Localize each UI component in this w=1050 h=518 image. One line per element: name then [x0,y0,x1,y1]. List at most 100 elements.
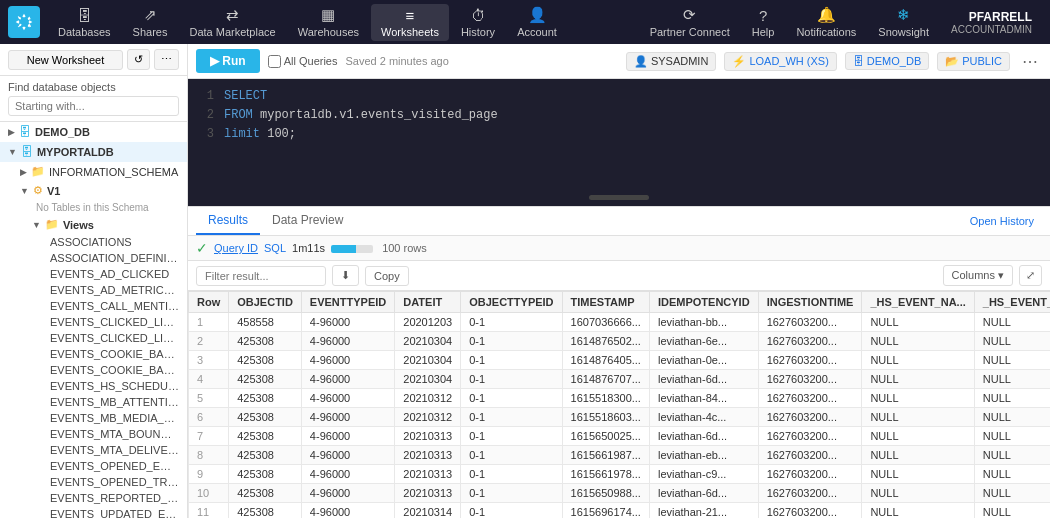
nav-item-worksheets[interactable]: ≡ Worksheets [371,4,449,41]
filter-input[interactable] [196,266,326,286]
list-item[interactable]: ASSOCIATIONS [0,234,187,250]
columns-button[interactable]: Columns ▾ [943,265,1013,286]
table-cell: NULL [862,332,974,351]
list-item[interactable]: ASSOCIATION_DEFINITIONS [0,250,187,266]
table-cell: 20210314 [395,503,461,519]
table-cell: 0-1 [461,408,562,427]
refresh-button[interactable]: ↺ [127,49,150,70]
list-item[interactable]: EVENTS_AD_CLICKED [0,266,187,282]
nav-item-databases[interactable]: 🗄 Databases [48,4,121,41]
table-cell: 425308 [229,446,302,465]
expand-button[interactable]: ⤢ [1019,265,1042,286]
table-cell: 1615650988... [562,484,649,503]
all-queries-checkbox[interactable] [268,55,281,68]
table-column-header[interactable]: OBJECTID [229,292,302,313]
nav-item-account[interactable]: 👤 Account [507,3,567,41]
sql-label[interactable]: SQL [264,242,286,254]
list-item[interactable]: EVENTS_CALL_MENTIONED_KEYW... [0,298,187,314]
search-input[interactable] [8,96,179,116]
tree-item-myportaldb[interactable]: ▼ 🗄 MYPORTALDB [0,142,187,162]
table-container: RowOBJECTIDEVENTTYPEIDDATEITOBJECTTYPEID… [188,291,1050,518]
all-queries-checkbox-label[interactable]: All Queries [268,55,338,68]
context-warehouse-badge[interactable]: ⚡ LOAD_WH (XS) [724,52,836,71]
editor-scrollbar[interactable] [589,195,649,200]
download-button[interactable]: ⬇ [332,265,359,286]
list-item[interactable]: EVENTS_CLICKED_LINK_IN_TRAC... [0,330,187,346]
table-cell: 458558 [229,313,302,332]
query-id-label[interactable]: Query ID [214,242,258,254]
tree-item-label: MYPORTALDB [37,146,114,158]
table-row: 54253084-96000202103120-11615518300...le… [189,389,1051,408]
run-button[interactable]: ▶ Run [196,49,260,73]
nav-item-shares[interactable]: ⇗ Shares [123,3,178,41]
list-item[interactable]: EVENTS_UPDATED_EMAIL_SUBSCR... [0,506,187,518]
username: PFARRELL [969,10,1032,24]
list-item[interactable]: EVENTS_MB_MEDIA_PLAYED [0,410,187,426]
table-cell: 1615650025... [562,427,649,446]
table-cell: NULL [862,351,974,370]
tree-item-info-schema[interactable]: ▶ 📁 INFORMATION_SCHEMA [0,162,187,181]
list-item[interactable]: EVENTS_HS_SCHEDULED_EMAIL_V2 [0,378,187,394]
nav-item-partner-connect[interactable]: ⟳ Partner Connect [640,3,740,41]
table-cell: 4-96000 [301,408,394,427]
sidebar-more-button[interactable]: ⋯ [154,49,179,70]
list-item[interactable]: EVENTS_CLICKED_LINK_IN_EMAI... [0,314,187,330]
open-history-button[interactable]: Open History [962,211,1042,231]
table-cell: 20210313 [395,484,461,503]
table-row: 114253084-96000202103140-11615696174...l… [189,503,1051,519]
table-cell: 1607036666... [562,313,649,332]
results-area: Results Data Preview Open History ✓ Quer… [188,207,1050,518]
snowflake-logo[interactable] [8,6,40,38]
table-column-header[interactable]: _HS_EVENT_NA... [862,292,974,313]
table-cell: 4-96000 [301,351,394,370]
table-column-header[interactable]: _HS_EVENT_NA... [974,292,1050,313]
list-item[interactable]: EVENTS_COOKIE_BANNER_CLICKED [0,346,187,362]
table-column-header[interactable]: INGESTIONTIME [758,292,862,313]
nav-item-help[interactable]: ? Help [742,4,785,41]
row-number: 10 [189,484,229,503]
table-column-header[interactable]: OBJECTTYPEID [461,292,562,313]
table-cell: NULL [974,332,1050,351]
table-cell: 20210313 [395,465,461,484]
nav-item-warehouses[interactable]: ▦ Warehouses [288,3,369,41]
tree-item-views[interactable]: ▼ 📁 Views [0,215,187,234]
list-item[interactable]: EVENTS_MB_ATTENTION_SPAN [0,394,187,410]
nav-item-marketplace[interactable]: ⇄ Data Marketplace [179,3,285,41]
list-item[interactable]: EVENTS_MTA_BOUNCED_EMAIL_V2 [0,426,187,442]
no-tables-note: No Tables in this Schema [0,200,187,215]
nav-item-history[interactable]: ⏱ History [451,4,505,41]
tree-item-label: DEMO_DB [35,126,90,138]
new-worksheet-button[interactable]: New Worksheet [8,50,123,70]
table-column-header[interactable]: IDEMPOTENCYID [649,292,758,313]
table-cell: 1614876405... [562,351,649,370]
list-item[interactable]: EVENTS_MTA_DELIVERED_EMAIL_V2 [0,442,187,458]
context-schema-badge[interactable]: 📂 PUBLIC [937,52,1010,71]
context-database-badge[interactable]: 🗄 DEMO_DB [845,52,929,70]
table-column-header[interactable]: DATEIT [395,292,461,313]
list-item[interactable]: EVENTS_AD_METRICS_IMPORTED_... [0,282,187,298]
context-role-badge[interactable]: 👤 SYSADMIN [626,52,716,71]
copy-button[interactable]: Copy [365,266,409,286]
user-role: ACCOUNTADMIN [951,24,1032,35]
list-item[interactable]: EVENTS_OPENED_EMAIL_V2 [0,458,187,474]
table-column-header[interactable]: EVENTTYPEID [301,292,394,313]
list-item[interactable]: EVENTS_REPORTED_SPAM_EMAIL... [0,490,187,506]
nav-item-snowsight[interactable]: ❄ Snowsight [868,3,939,41]
table-row: 34253084-96000202103040-11614876405...le… [189,351,1051,370]
tree-item-v1[interactable]: ▼ ⚙ V1 [0,181,187,200]
table-cell: leviathan-4c... [649,408,758,427]
table-cell: 4-96000 [301,389,394,408]
tab-data-preview[interactable]: Data Preview [260,207,355,235]
tab-results[interactable]: Results [196,207,260,235]
list-item[interactable]: EVENTS_OPENED_TRACKED_INBOX... [0,474,187,490]
nav-item-notifications[interactable]: 🔔 Notifications [786,3,866,41]
table-cell: 425308 [229,465,302,484]
table-cell: 20210304 [395,351,461,370]
table-cell: 1627603200... [758,465,862,484]
tree-item-demo-db[interactable]: ▶ 🗄 DEMO_DB [0,122,187,142]
list-item[interactable]: EVENTS_COOKIE_BANNER_VIEWED [0,362,187,378]
table-column-header[interactable]: TIMESTAMP [562,292,649,313]
table-column-header[interactable]: Row [189,292,229,313]
worksheet-more-button[interactable]: ⋯ [1018,52,1042,71]
table-cell: 425308 [229,370,302,389]
